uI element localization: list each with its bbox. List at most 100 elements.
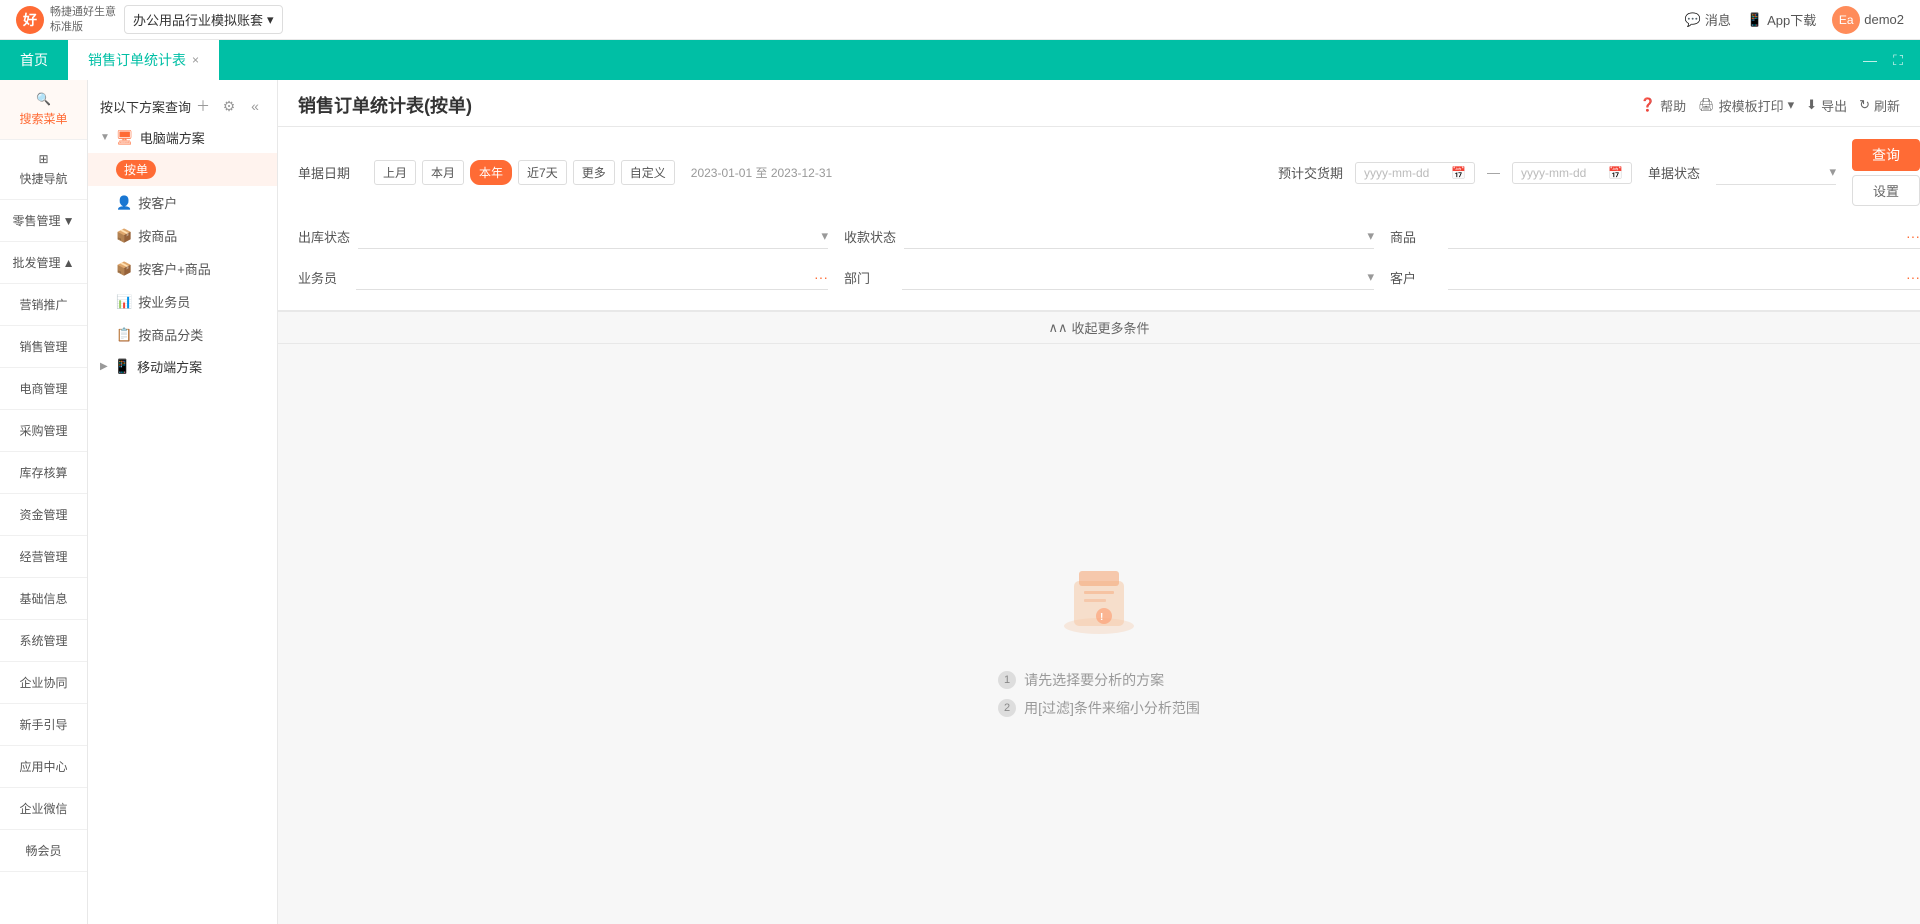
- date-btn-more[interactable]: 更多: [573, 160, 615, 185]
- download-icon: 📱: [1747, 12, 1763, 28]
- date-btn-this-month[interactable]: 本月: [422, 160, 464, 185]
- user-menu[interactable]: Ea demo2: [1832, 6, 1904, 34]
- folder-icon: 🖥: [116, 129, 134, 146]
- customer-select[interactable]: ···: [1448, 265, 1920, 290]
- date-expected-group: 预计交货期 yyyy-mm-dd 📅 — yyyy-mm-dd 📅: [1278, 162, 1632, 184]
- collapse-filters-button[interactable]: ∧∧ 收起更多条件: [1048, 318, 1149, 337]
- sidebar-item-marketing[interactable]: 营销推广: [0, 284, 87, 326]
- sidebar-item-retail[interactable]: 零售管理 ▼: [0, 200, 87, 242]
- tab-close-icon[interactable]: ×: [192, 53, 199, 67]
- ship-status-select[interactable]: ▾: [358, 224, 828, 249]
- tree-child-by-product[interactable]: 📦 按商品: [88, 219, 277, 252]
- sidebar-item-search[interactable]: 🔍 搜索菜单: [0, 80, 87, 140]
- nav-tabs: 首页 销售订单统计表 × — ⛶: [0, 40, 1920, 80]
- active-scheme-badge: 按单: [116, 160, 156, 179]
- date-input-start[interactable]: yyyy-mm-dd 📅: [1355, 162, 1475, 184]
- tab-sales-order-stats[interactable]: 销售订单统计表 ×: [68, 40, 219, 80]
- customer-cell: 客户 ···: [1390, 265, 1920, 290]
- top-bar: 好 畅捷通好生意 标准版 办公用品行业模拟账套 ▾ 💬 消息 📱 App下载 E…: [0, 0, 1920, 40]
- logo-icon: 好: [16, 6, 44, 34]
- sidebar-item-wechat[interactable]: 企业微信: [0, 788, 87, 830]
- order-status-select[interactable]: ▾: [1716, 160, 1836, 185]
- sidebar-item-finance[interactable]: 资金管理: [0, 494, 87, 536]
- product-icon: 📦: [116, 228, 132, 244]
- sidebar-item-inventory[interactable]: 库存核算: [0, 452, 87, 494]
- settings-button[interactable]: 设置: [1852, 175, 1920, 206]
- export-button[interactable]: ⬇ 导出: [1806, 96, 1847, 115]
- message-icon: 💬: [1685, 12, 1701, 28]
- refresh-button[interactable]: ↻ 刷新: [1859, 96, 1900, 115]
- payment-status-select[interactable]: ▾: [904, 224, 1374, 249]
- help-button[interactable]: ❓ 帮助: [1640, 96, 1686, 115]
- sidebar-item-basic[interactable]: 基础信息: [0, 578, 87, 620]
- sidebar-item-operation[interactable]: 经营管理: [0, 536, 87, 578]
- product-select[interactable]: ···: [1448, 224, 1920, 249]
- tree-child-by-order[interactable]: 按单: [88, 153, 277, 186]
- maximize-button[interactable]: ⛶: [1888, 50, 1908, 70]
- app-download-button[interactable]: 📱 App下载: [1747, 10, 1816, 29]
- sidebar-item-purchase[interactable]: 采购管理: [0, 410, 87, 452]
- tip-num-1: 1: [998, 671, 1016, 689]
- customer-label: 客户: [1390, 268, 1440, 287]
- tree-parent-desktop[interactable]: ▼ 🖥 电脑端方案: [88, 122, 277, 153]
- date-btn-last-month[interactable]: 上月: [374, 160, 416, 185]
- logo-text: 畅捷通好生意 标准版: [50, 5, 116, 34]
- sidebar-item-sales[interactable]: 销售管理: [0, 326, 87, 368]
- product-content: ···: [1448, 224, 1920, 249]
- date-label: 单据日期: [298, 163, 358, 182]
- sidebar-item-member[interactable]: 畅会员: [0, 830, 87, 872]
- date-range-display: 2023-01-01 至 2023-12-31: [691, 164, 832, 181]
- page-actions: ❓ 帮助 🖨 按模板打印 ▾ ⬇ 导出 ↻ 刷新: [1640, 96, 1900, 115]
- department-dropdown-icon: ▾: [1367, 269, 1374, 285]
- person-icon: 👤: [116, 195, 132, 211]
- empty-tip-2: 2 用[过滤]条件来缩小分析范围: [998, 698, 1200, 718]
- filter-row-2: 出库状态 ▾ 收款状态: [298, 216, 1920, 257]
- tree-child-by-customer[interactable]: 👤 按客户: [88, 186, 277, 219]
- settings-scheme-button[interactable]: ⚙: [219, 96, 239, 116]
- query-button[interactable]: 查询: [1852, 139, 1920, 171]
- sidebar-item-cooperation[interactable]: 企业协同: [0, 662, 87, 704]
- salesperson-label: 业务员: [298, 268, 348, 287]
- sidebar-item-guide[interactable]: 新手引导: [0, 704, 87, 746]
- logo-area: 好 畅捷通好生意 标准版: [16, 5, 116, 34]
- account-selector[interactable]: 办公用品行业模拟账套 ▾: [124, 5, 283, 34]
- query-buttons: 查询 设置: [1852, 139, 1920, 206]
- tree-child-by-category[interactable]: 📋 按商品分类: [88, 318, 277, 351]
- product-cell: 商品 ···: [1390, 224, 1920, 249]
- expected-date-label: 预计交货期: [1278, 163, 1343, 182]
- ship-status-content: ▾: [358, 224, 828, 249]
- collapse-icon: ∧∧: [1048, 320, 1067, 336]
- date-btn-this-year[interactable]: 本年: [470, 160, 512, 185]
- payment-status-cell: 收款状态 ▾: [844, 224, 1374, 249]
- status-dropdown-icon: ▾: [1829, 164, 1836, 180]
- sidebar-item-ecommerce[interactable]: 电商管理: [0, 368, 87, 410]
- grid-icon: ⊞: [38, 152, 48, 166]
- add-scheme-button[interactable]: ＋: [193, 96, 213, 116]
- sidebar-item-quick-nav[interactable]: ⊞ 快捷导航: [0, 140, 87, 200]
- message-button[interactable]: 💬 消息: [1685, 10, 1731, 29]
- salesperson-select[interactable]: ···: [356, 265, 828, 290]
- sidebar-item-wholesale[interactable]: 批发管理 ▲: [0, 242, 87, 284]
- product-label: 商品: [1390, 227, 1440, 246]
- department-select[interactable]: ▾: [902, 265, 1374, 290]
- salesperson-cell: 业务员 ···: [298, 265, 828, 290]
- date-btn-custom[interactable]: 自定义: [621, 160, 675, 185]
- department-label: 部门: [844, 268, 894, 287]
- tab-home[interactable]: 首页: [0, 40, 68, 80]
- filter-wrapper: 单据日期 上月 本月 本年 近7天 更多 自定义 2023-01-01 至 20…: [278, 127, 1920, 312]
- print-button[interactable]: 🖨 按模板打印 ▾: [1698, 96, 1794, 115]
- category-icon: 📋: [116, 327, 132, 343]
- page-title: 销售订单统计表(按单): [298, 92, 472, 118]
- svg-text:!: !: [1100, 612, 1103, 623]
- date-btn-7days[interactable]: 近7天: [518, 160, 567, 185]
- product-more-icon: ···: [1906, 228, 1920, 244]
- tree-child-by-salesperson[interactable]: 📊 按业务员: [88, 285, 277, 318]
- date-input-end[interactable]: yyyy-mm-dd 📅: [1512, 162, 1632, 184]
- collapse-panel-button[interactable]: «: [245, 96, 265, 116]
- sidebar-item-system[interactable]: 系统管理: [0, 620, 87, 662]
- minimize-button[interactable]: —: [1860, 50, 1880, 70]
- tree-parent-mobile[interactable]: ▶ 📱 移动端方案: [88, 351, 277, 382]
- tree-child-by-customer-product[interactable]: 📦 按客户+商品: [88, 252, 277, 285]
- sidebar-item-appstore[interactable]: 应用中心: [0, 746, 87, 788]
- left-panel-actions: ＋ ⚙ «: [193, 96, 265, 116]
